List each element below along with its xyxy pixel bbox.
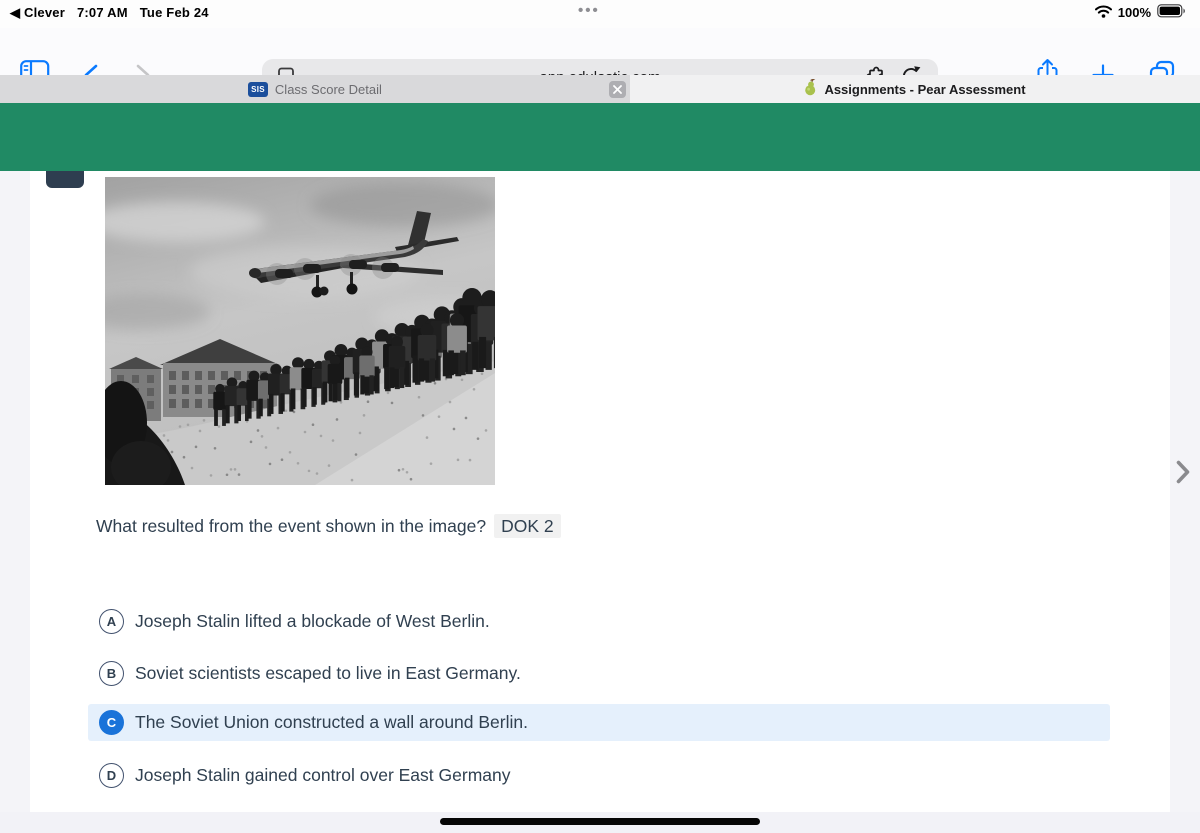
status-left: ◀ Clever 7:07 AM Tue Feb 24 [10,5,221,21]
battery-icon [1157,4,1186,21]
option-text: Soviet scientists escaped to live in Eas… [135,663,521,683]
tab-title: Class Score Detail [274,81,382,97]
tab-class-score-detail[interactable]: SIS Class Score Detail [0,75,630,103]
status-date: Tue Feb 24 [139,5,209,20]
answer-option-c[interactable]: C The Soviet Union constructed a wall ar… [88,704,1110,741]
tab-bar: SIS Class Score Detail Assignments - Pea… [0,75,1200,103]
option-text: Joseph Stalin gained control over East G… [135,765,511,785]
option-letter: C [99,710,124,735]
answer-option-a[interactable]: A Joseph Stalin lifted a blockade of Wes… [88,603,1110,640]
question-prompt-text: What resulted from the event shown in th… [96,516,487,536]
option-text: The Soviet Union constructed a wall arou… [135,712,528,732]
sis-badge: SIS [248,81,268,97]
safari-toolbar: app.edulastic.com [0,28,1200,95]
tab-close-icon[interactable] [609,81,626,98]
berlin-airlift-photo [105,177,495,485]
option-letter: B [99,661,124,686]
home-indicator[interactable] [440,818,760,825]
question-number-chip [46,171,84,188]
back-to-app-indicator[interactable]: ◀ Clever [10,5,65,20]
right-gutter [1170,171,1200,812]
battery-percent: 100% [1117,5,1151,20]
option-letter: A [99,609,124,634]
tab-title: Assignments - Pear Assessment [824,81,1026,97]
answer-option-d[interactable]: D Joseph Stalin gained control over East… [88,757,1110,794]
pear-favicon-icon [804,78,817,99]
status-right: 100% [1094,4,1186,21]
option-text: Joseph Stalin lifted a blockade of West … [135,611,490,631]
question-prompt: What resulted from the event shown in th… [96,514,561,538]
wifi-icon [1094,4,1112,21]
status-time: 7:07 AM [76,5,128,20]
multitasking-dots-icon[interactable]: ••• [578,2,600,19]
option-letter: D [99,763,124,788]
tab-assignments-pear-assessment[interactable]: Assignments - Pear Assessment [630,75,1200,103]
answer-option-b[interactable]: B Soviet scientists escaped to live in E… [88,655,1110,692]
assessment-toolbar: Question 1/14 NEXT BOOKMARK a JACKSON EB… [0,103,1200,261]
scroll-right-chevron-icon[interactable] [1176,460,1190,489]
status-bar: ◀ Clever 7:07 AM Tue Feb 24 ••• 100% [0,0,1200,28]
dok-tag: DOK 2 [494,514,561,538]
left-gutter [0,171,30,812]
